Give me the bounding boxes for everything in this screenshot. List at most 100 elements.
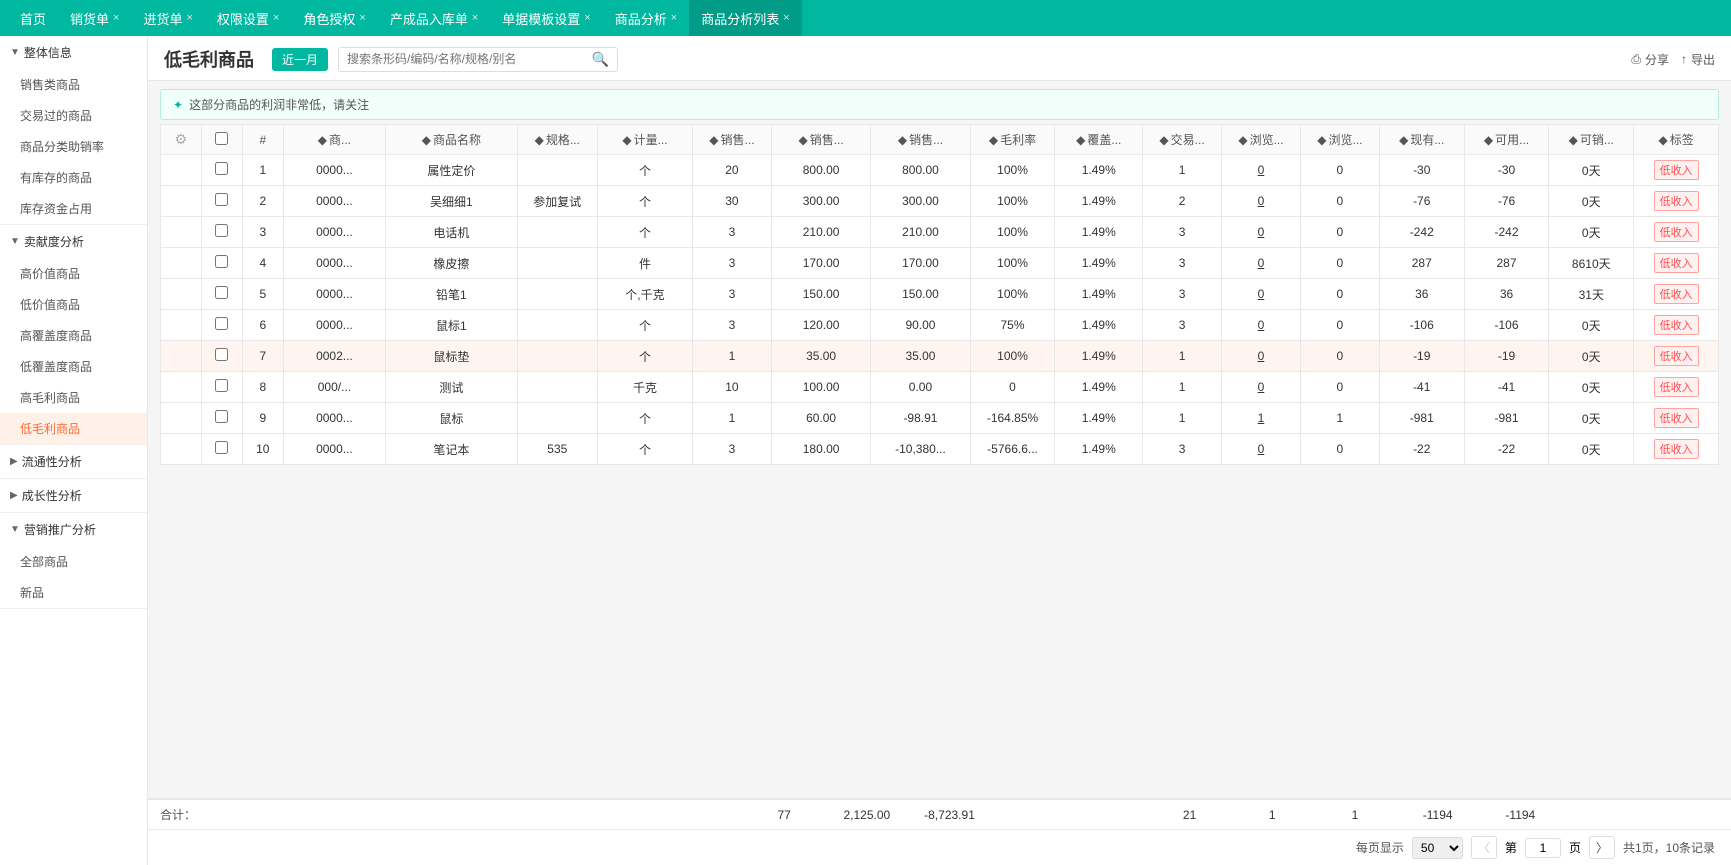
close-icon[interactable]: × xyxy=(113,12,119,24)
search-input[interactable] xyxy=(347,52,592,66)
col-header-saleable_days[interactable]: ◆可销... xyxy=(1549,125,1634,155)
col-header-sale_price[interactable]: ◆销售... xyxy=(771,125,870,155)
search-box: 🔍 xyxy=(338,47,618,72)
prev-page-button[interactable]: 〈 xyxy=(1471,836,1497,859)
row-view1[interactable]: 1 xyxy=(1222,403,1301,434)
sidebar-group-成长性分析[interactable]: ▶成长性分析 xyxy=(0,479,147,512)
row-spec xyxy=(517,155,597,186)
close-icon[interactable]: × xyxy=(273,12,279,24)
sidebar-group-营销推广分析[interactable]: ▼营销推广分析 xyxy=(0,513,147,546)
sidebar-item-全部商品[interactable]: 全部商品 xyxy=(0,546,147,577)
next-page-button[interactable]: 〉 xyxy=(1589,836,1615,859)
nav-item-角色授权[interactable]: 角色授权 × xyxy=(291,0,377,36)
close-icon[interactable]: × xyxy=(783,12,789,24)
settings-icon[interactable]: ⚙ xyxy=(175,131,188,147)
row-view1[interactable]: 0 xyxy=(1222,372,1301,403)
row-unit: 个 xyxy=(597,217,692,248)
table-row: 30000...电话机个3210.00210.00100%1.49%300-24… xyxy=(161,217,1719,248)
sidebar-item-库存资金占用[interactable]: 库存资金占用 xyxy=(0,193,147,224)
col-header-code[interactable]: ◆商... xyxy=(283,125,385,155)
close-icon[interactable]: × xyxy=(472,12,478,24)
row-num: 10 xyxy=(242,434,283,465)
row-checkbox[interactable] xyxy=(201,186,242,217)
sidebar-item-交易过的商品[interactable]: 交易过的商品 xyxy=(0,100,147,131)
nav-item-商品分析[interactable]: 商品分析 × xyxy=(603,0,689,36)
nav-item-首页[interactable]: 首页 xyxy=(8,0,58,36)
sidebar-item-销售类商品[interactable]: 销售类商品 xyxy=(0,69,147,100)
th-inner-sale_profit: ◆销售... xyxy=(875,131,965,148)
row-cover-rate: 1.49% xyxy=(1055,403,1143,434)
sidebar-item-低毛利商品[interactable]: 低毛利商品 xyxy=(0,413,147,444)
close-icon[interactable]: × xyxy=(584,12,590,24)
row-code: 0000... xyxy=(283,155,385,186)
col-header-tag[interactable]: ◆标签 xyxy=(1634,125,1719,155)
page-size-select[interactable]: 50 100 200 xyxy=(1412,837,1463,859)
col-header-settings[interactable]: ⚙ xyxy=(161,125,202,155)
col-header-view2[interactable]: ◆浏览... xyxy=(1300,125,1379,155)
nav-item-单据模板设置[interactable]: 单据模板设置 × xyxy=(490,0,602,36)
row-stock-avail: -30 xyxy=(1464,155,1549,186)
close-icon[interactable]: × xyxy=(359,12,365,24)
col-header-gross_rate[interactable]: ◆毛利率 xyxy=(970,125,1055,155)
sidebar-item-新品[interactable]: 新品 xyxy=(0,577,147,608)
sidebar-item-高毛利商品[interactable]: 高毛利商品 xyxy=(0,382,147,413)
col-header-sale_qty[interactable]: ◆销售... xyxy=(692,125,771,155)
row-sale-price: 800.00 xyxy=(771,155,870,186)
sidebar-item-低覆盖度商品[interactable]: 低覆盖度商品 xyxy=(0,351,147,382)
col-header-spec[interactable]: ◆规格... xyxy=(517,125,597,155)
row-checkbox[interactable] xyxy=(201,434,242,465)
sidebar-item-高覆盖度商品[interactable]: 高覆盖度商品 xyxy=(0,320,147,351)
sidebar-item-低价值商品[interactable]: 低价值商品 xyxy=(0,289,147,320)
row-view1[interactable]: 0 xyxy=(1222,310,1301,341)
sidebar-item-商品分类助销率[interactable]: 商品分类助销率 xyxy=(0,131,147,162)
row-view1[interactable]: 0 xyxy=(1222,279,1301,310)
col-header-sale_profit[interactable]: ◆销售... xyxy=(871,125,970,155)
close-icon[interactable]: × xyxy=(671,12,677,24)
select-all-checkbox[interactable] xyxy=(215,132,228,145)
row-checkbox[interactable] xyxy=(201,155,242,186)
sidebar-group-流通性分析[interactable]: ▶流通性分析 xyxy=(0,445,147,478)
col-header-unit[interactable]: ◆计量... xyxy=(597,125,692,155)
nav-item-权限设置[interactable]: 权限设置 × xyxy=(205,0,291,36)
time-filter-button[interactable]: 近一月 xyxy=(272,48,328,71)
sidebar-item-高价值商品[interactable]: 高价值商品 xyxy=(0,258,147,289)
nav-item-进货单[interactable]: 进货单 × xyxy=(131,0,204,36)
sidebar-group-卖献度分析[interactable]: ▼卖献度分析 xyxy=(0,225,147,258)
col-header-trade_cnt[interactable]: ◆交易... xyxy=(1143,125,1222,155)
col-header-stock_now[interactable]: ◆现有... xyxy=(1379,125,1464,155)
row-view1[interactable]: 0 xyxy=(1222,186,1301,217)
nav-item-销货单[interactable]: 销货单 × xyxy=(58,0,131,36)
share-button[interactable]: ⎙ 分享 xyxy=(1631,51,1669,68)
row-checkbox[interactable] xyxy=(201,217,242,248)
close-icon[interactable]: × xyxy=(186,12,192,24)
row-sale-profit: -10,380... xyxy=(871,434,970,465)
sidebar-item-有库存的商品[interactable]: 有库存的商品 xyxy=(0,162,147,193)
row-checkbox[interactable] xyxy=(201,341,242,372)
row-view1[interactable]: 0 xyxy=(1222,217,1301,248)
row-checkbox[interactable] xyxy=(201,279,242,310)
row-num: 1 xyxy=(242,155,283,186)
export-button[interactable]: ↑ 导出 xyxy=(1681,51,1715,68)
row-view1[interactable]: 0 xyxy=(1222,155,1301,186)
row-stock-avail: 36 xyxy=(1464,279,1549,310)
col-header-view1[interactable]: ◆浏览... xyxy=(1222,125,1301,155)
col-header-num[interactable]: # xyxy=(242,125,283,155)
page-input[interactable] xyxy=(1525,838,1561,858)
col-header-name[interactable]: ◆商品名称 xyxy=(386,125,518,155)
nav-item-产成品入库单[interactable]: 产成品入库单 × xyxy=(378,0,490,36)
th-inner-unit: ◆计量... xyxy=(602,131,688,148)
row-checkbox[interactable] xyxy=(201,372,242,403)
row-code: 000/... xyxy=(283,372,385,403)
row-checkbox[interactable] xyxy=(201,248,242,279)
row-view1[interactable]: 0 xyxy=(1222,434,1301,465)
col-header-stock_avail[interactable]: ◆可用... xyxy=(1464,125,1549,155)
row-view1[interactable]: 0 xyxy=(1222,341,1301,372)
row-view1[interactable]: 0 xyxy=(1222,248,1301,279)
col-header-checkbox[interactable] xyxy=(201,125,242,155)
nav-item-商品分析列表[interactable]: 商品分析列表 × xyxy=(689,0,801,36)
col-header-cover_rate[interactable]: ◆覆盖... xyxy=(1055,125,1143,155)
sidebar-group-整体信息[interactable]: ▼整体信息 xyxy=(0,36,147,69)
row-stock-now: -19 xyxy=(1379,341,1464,372)
row-checkbox[interactable] xyxy=(201,403,242,434)
row-checkbox[interactable] xyxy=(201,310,242,341)
